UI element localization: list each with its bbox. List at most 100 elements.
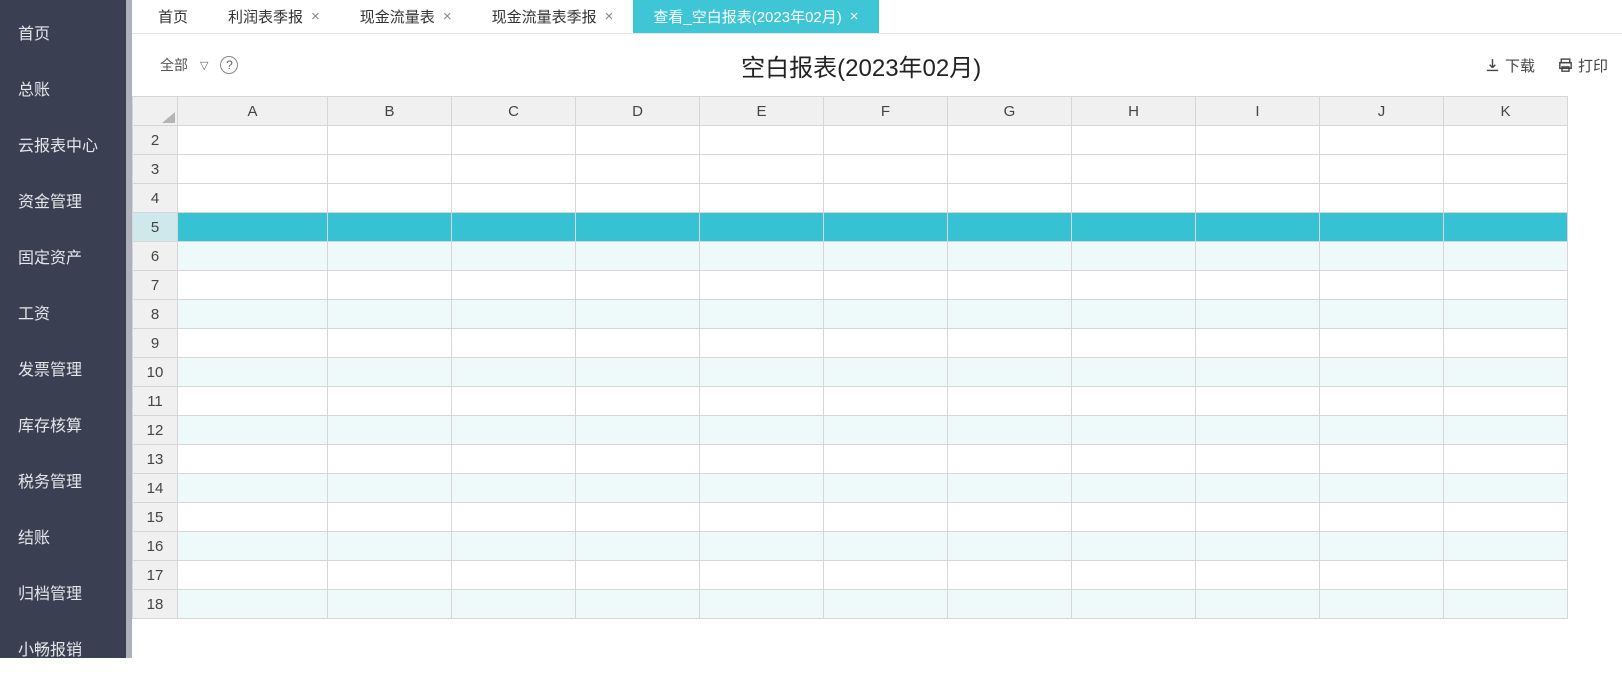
cell-G11[interactable] xyxy=(948,387,1072,416)
cell-C11[interactable] xyxy=(452,387,576,416)
cell-J14[interactable] xyxy=(1320,474,1444,503)
cell-J11[interactable] xyxy=(1320,387,1444,416)
row-header-11[interactable]: 11 xyxy=(133,387,178,416)
cell-H13[interactable] xyxy=(1072,445,1196,474)
cell-G15[interactable] xyxy=(948,503,1072,532)
cell-E18[interactable] xyxy=(700,590,824,619)
cell-A5[interactable] xyxy=(178,213,328,242)
cell-J7[interactable] xyxy=(1320,271,1444,300)
row-header-6[interactable]: 6 xyxy=(133,242,178,271)
cell-B13[interactable] xyxy=(328,445,452,474)
cell-G16[interactable] xyxy=(948,532,1072,561)
cell-K18[interactable] xyxy=(1444,590,1568,619)
column-header-I[interactable]: I xyxy=(1196,97,1320,126)
cell-J2[interactable] xyxy=(1320,126,1444,155)
cell-E7[interactable] xyxy=(700,271,824,300)
sidebar-item-3[interactable]: 资金管理 xyxy=(0,172,132,228)
cell-I15[interactable] xyxy=(1196,503,1320,532)
cell-J9[interactable] xyxy=(1320,329,1444,358)
cell-B10[interactable] xyxy=(328,358,452,387)
cell-H14[interactable] xyxy=(1072,474,1196,503)
column-header-B[interactable]: B xyxy=(328,97,452,126)
cell-K16[interactable] xyxy=(1444,532,1568,561)
cell-K5[interactable] xyxy=(1444,213,1568,242)
cell-C8[interactable] xyxy=(452,300,576,329)
cell-I6[interactable] xyxy=(1196,242,1320,271)
cell-A4[interactable] xyxy=(178,184,328,213)
cell-B15[interactable] xyxy=(328,503,452,532)
cell-K12[interactable] xyxy=(1444,416,1568,445)
close-icon[interactable]: × xyxy=(311,8,320,25)
cell-G14[interactable] xyxy=(948,474,1072,503)
cell-F16[interactable] xyxy=(824,532,948,561)
row-header-14[interactable]: 14 xyxy=(133,474,178,503)
cell-B3[interactable] xyxy=(328,155,452,184)
cell-G18[interactable] xyxy=(948,590,1072,619)
cell-J5[interactable] xyxy=(1320,213,1444,242)
cell-G13[interactable] xyxy=(948,445,1072,474)
cell-E17[interactable] xyxy=(700,561,824,590)
cell-D3[interactable] xyxy=(576,155,700,184)
cell-G12[interactable] xyxy=(948,416,1072,445)
row-header-10[interactable]: 10 xyxy=(133,358,178,387)
cell-C6[interactable] xyxy=(452,242,576,271)
cell-J15[interactable] xyxy=(1320,503,1444,532)
cell-D8[interactable] xyxy=(576,300,700,329)
column-header-E[interactable]: E xyxy=(700,97,824,126)
cell-G3[interactable] xyxy=(948,155,1072,184)
cell-E3[interactable] xyxy=(700,155,824,184)
cell-I11[interactable] xyxy=(1196,387,1320,416)
cell-A17[interactable] xyxy=(178,561,328,590)
cell-H6[interactable] xyxy=(1072,242,1196,271)
cell-H4[interactable] xyxy=(1072,184,1196,213)
cell-I14[interactable] xyxy=(1196,474,1320,503)
cell-B18[interactable] xyxy=(328,590,452,619)
cell-H11[interactable] xyxy=(1072,387,1196,416)
cell-G2[interactable] xyxy=(948,126,1072,155)
column-header-K[interactable]: K xyxy=(1444,97,1568,126)
cell-B2[interactable] xyxy=(328,126,452,155)
cell-B17[interactable] xyxy=(328,561,452,590)
cell-B12[interactable] xyxy=(328,416,452,445)
cell-K9[interactable] xyxy=(1444,329,1568,358)
row-header-8[interactable]: 8 xyxy=(133,300,178,329)
cell-E5[interactable] xyxy=(700,213,824,242)
sidebar-item-6[interactable]: 发票管理 xyxy=(0,340,132,396)
cell-B14[interactable] xyxy=(328,474,452,503)
cell-G5[interactable] xyxy=(948,213,1072,242)
cell-C14[interactable] xyxy=(452,474,576,503)
cell-E6[interactable] xyxy=(700,242,824,271)
cell-B8[interactable] xyxy=(328,300,452,329)
cell-A13[interactable] xyxy=(178,445,328,474)
column-header-C[interactable]: C xyxy=(452,97,576,126)
sidebar-item-2[interactable]: 云报表中心 xyxy=(0,116,132,172)
cell-I10[interactable] xyxy=(1196,358,1320,387)
cell-D5[interactable] xyxy=(576,213,700,242)
row-header-15[interactable]: 15 xyxy=(133,503,178,532)
spreadsheet[interactable]: ABCDEFGHIJK23456789101112131415161718 xyxy=(132,96,1622,658)
cell-H17[interactable] xyxy=(1072,561,1196,590)
cell-D12[interactable] xyxy=(576,416,700,445)
cell-I5[interactable] xyxy=(1196,213,1320,242)
cell-J13[interactable] xyxy=(1320,445,1444,474)
row-header-13[interactable]: 13 xyxy=(133,445,178,474)
column-header-F[interactable]: F xyxy=(824,97,948,126)
tab-1[interactable]: 利润表季报× xyxy=(208,0,340,33)
cell-F17[interactable] xyxy=(824,561,948,590)
row-header-5[interactable]: 5 xyxy=(133,213,178,242)
cell-C18[interactable] xyxy=(452,590,576,619)
sidebar-item-1[interactable]: 总账 xyxy=(0,60,132,116)
cell-A8[interactable] xyxy=(178,300,328,329)
cell-A2[interactable] xyxy=(178,126,328,155)
cell-E9[interactable] xyxy=(700,329,824,358)
cell-G6[interactable] xyxy=(948,242,1072,271)
cell-I17[interactable] xyxy=(1196,561,1320,590)
cell-K11[interactable] xyxy=(1444,387,1568,416)
cell-A15[interactable] xyxy=(178,503,328,532)
cell-I8[interactable] xyxy=(1196,300,1320,329)
cell-F8[interactable] xyxy=(824,300,948,329)
cell-I13[interactable] xyxy=(1196,445,1320,474)
cell-D2[interactable] xyxy=(576,126,700,155)
cell-G8[interactable] xyxy=(948,300,1072,329)
cell-D17[interactable] xyxy=(576,561,700,590)
